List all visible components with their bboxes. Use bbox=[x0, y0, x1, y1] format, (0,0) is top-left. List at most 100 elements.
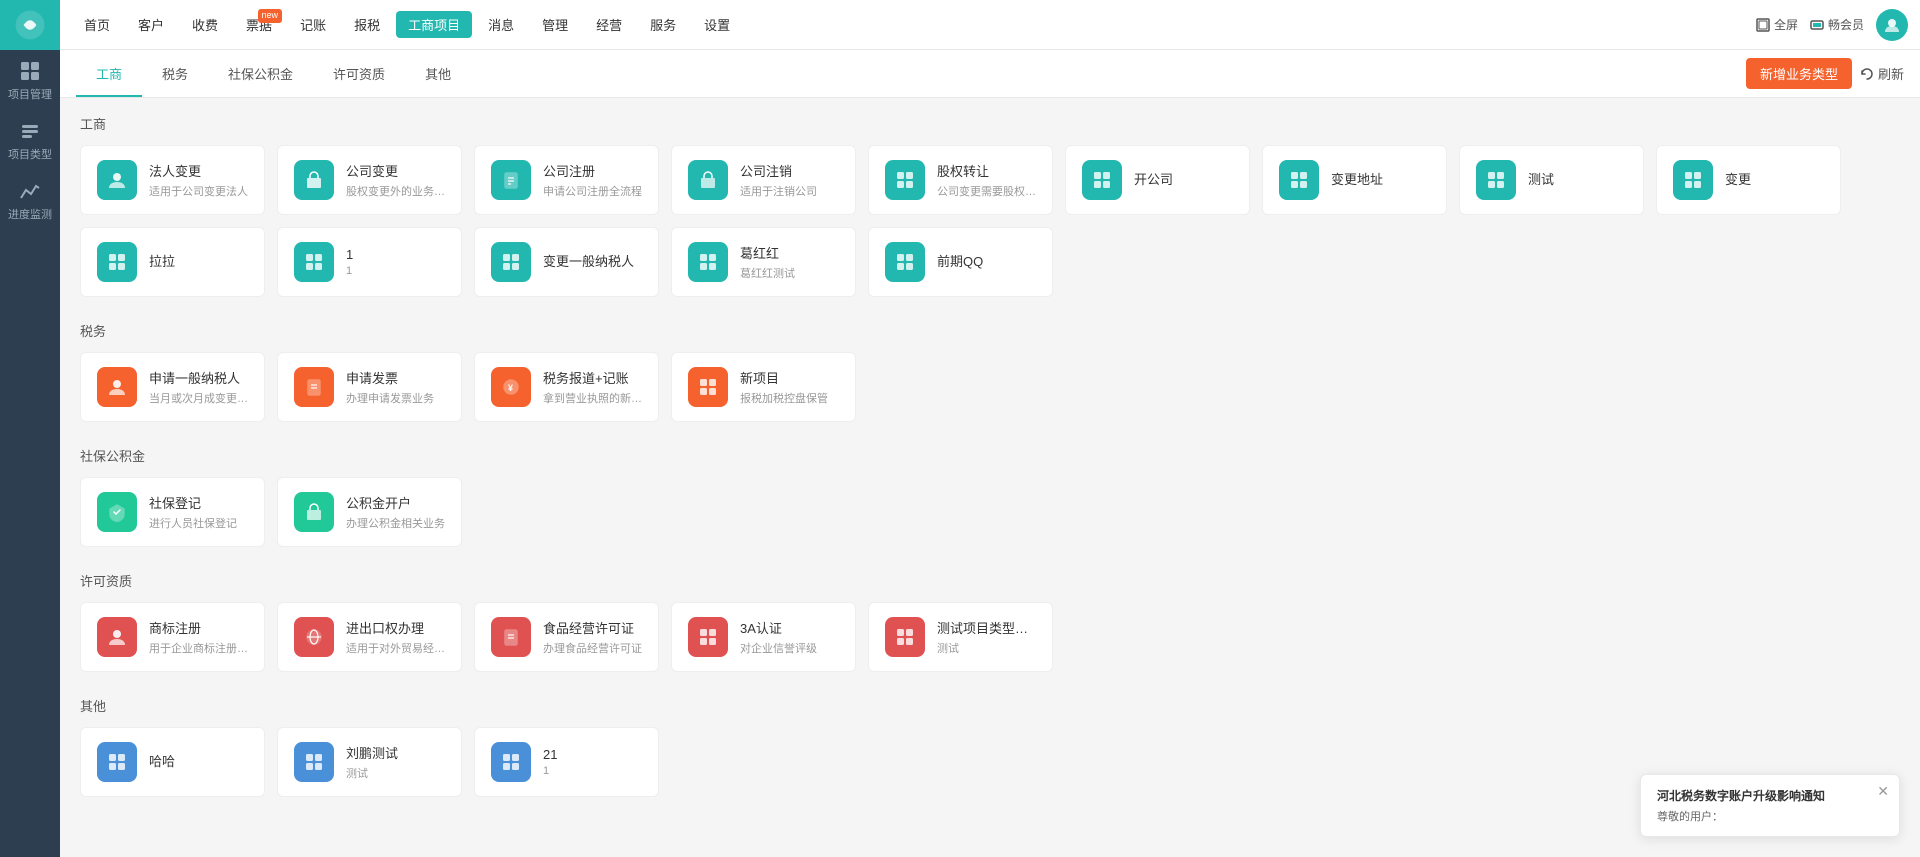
nav-bizproject[interactable]: 工商项目 bbox=[396, 11, 472, 38]
card-icon-one bbox=[294, 242, 334, 282]
card-desc-tax-report-book: 拿到营业执照的新公司 bbox=[543, 390, 642, 406]
card-shebao-register[interactable]: 社保登记 进行人员社保登记 bbox=[80, 477, 265, 547]
card-text-puhong: 葛红红 葛红红测试 bbox=[740, 243, 839, 281]
card-test[interactable]: 测试 bbox=[1459, 145, 1644, 215]
nav-home[interactable]: 首页 bbox=[72, 11, 122, 38]
card-desc-company-register: 申请公司注册全流程 bbox=[543, 183, 642, 199]
notification-close-btn[interactable]: ✕ bbox=[1877, 783, 1889, 800]
tab-other[interactable]: 其他 bbox=[405, 50, 471, 97]
card-text-qianqi-qq: 前期QQ bbox=[937, 251, 1036, 273]
avatar[interactable] bbox=[1876, 9, 1908, 41]
card-faren-change[interactable]: 法人变更 适用于公司变更法人 bbox=[80, 145, 265, 215]
nav-service[interactable]: 服务 bbox=[638, 11, 688, 38]
card-tax-report-book[interactable]: ¥ 税务报道+记账 拿到营业执照的新公司 bbox=[474, 352, 659, 422]
card-text-shebao-register: 社保登记 进行人员社保登记 bbox=[149, 493, 248, 531]
card-new-project[interactable]: 新项目 报税加税控盘保管 bbox=[671, 352, 856, 422]
card-apply-invoice[interactable]: 申请发票 办理申请发票业务 bbox=[277, 352, 462, 422]
nav-customer[interactable]: 客户 bbox=[126, 11, 176, 38]
card-liupeng-test[interactable]: 刘鹏测试 测试 bbox=[277, 727, 462, 797]
xuke-cards-grid: 商标注册 用于企业商标注册服务 bbox=[80, 602, 1900, 672]
card-desc-company-cancel: 适用于注销公司 bbox=[740, 183, 839, 199]
nav-invoice[interactable]: 票据 new bbox=[234, 11, 284, 38]
refresh-button[interactable]: 刷新 bbox=[1860, 64, 1904, 83]
nav-message[interactable]: 消息 bbox=[476, 11, 526, 38]
nav-manage[interactable]: 管理 bbox=[530, 11, 580, 38]
card-one[interactable]: 1 1 bbox=[277, 227, 462, 297]
card-test-project-type[interactable]: 测试项目类型目定义 测试 bbox=[868, 602, 1053, 672]
card-name-change-taxpayer: 变更一般纳税人 bbox=[543, 251, 642, 270]
card-open-company[interactable]: 开公司 bbox=[1065, 145, 1250, 215]
fullscreen-btn[interactable]: 全屏 bbox=[1756, 16, 1798, 33]
card-desc-one: 1 bbox=[346, 265, 445, 277]
card-icon-open-company bbox=[1082, 160, 1122, 200]
tab-xuke[interactable]: 许可资质 bbox=[313, 50, 405, 97]
member-btn[interactable]: 畅会员 bbox=[1810, 16, 1864, 33]
card-desc-food-license: 办理食品经营许可证 bbox=[543, 640, 642, 656]
card-text-new-project: 新项目 报税加税控盘保管 bbox=[740, 368, 839, 406]
card-change2[interactable]: 变更 bbox=[1656, 145, 1841, 215]
card-name-one: 1 bbox=[346, 247, 445, 262]
card-text-food-license: 食品经营许可证 办理食品经营许可证 bbox=[543, 618, 642, 656]
card-text-liupeng-test: 刘鹏测试 测试 bbox=[346, 743, 445, 781]
card-desc-equity-transfer: 公司变更需要股权转让 bbox=[937, 183, 1036, 199]
card-import-export[interactable]: 进出口权办理 适用于对外贸易经营者 bbox=[277, 602, 462, 672]
card-company-change[interactable]: 公司变更 股权变更外的业务变更 bbox=[277, 145, 462, 215]
card-name-3a-cert: 3A认证 bbox=[740, 618, 839, 637]
card-gjj-open[interactable]: 公积金开户 办理公积金相关业务 bbox=[277, 477, 462, 547]
notification-text: 尊敬的用户： bbox=[1657, 808, 1883, 824]
card-name-trademark: 商标注册 bbox=[149, 618, 248, 637]
card-equity-transfer[interactable]: 股权转让 公司变更需要股权转让 bbox=[868, 145, 1053, 215]
tab-gongshang[interactable]: 工商 bbox=[76, 50, 142, 97]
card-food-license[interactable]: 食品经营许可证 办理食品经营许可证 bbox=[474, 602, 659, 672]
card-icon-company-cancel bbox=[688, 160, 728, 200]
card-haha[interactable]: 哈哈 bbox=[80, 727, 265, 797]
nav-operation[interactable]: 经营 bbox=[584, 11, 634, 38]
card-text-company-register: 公司注册 申请公司注册全流程 bbox=[543, 161, 642, 199]
card-qianqi-qq[interactable]: 前期QQ bbox=[868, 227, 1053, 297]
nav-tax[interactable]: 报税 bbox=[342, 11, 392, 38]
tab-shuiwu[interactable]: 税务 bbox=[142, 50, 208, 97]
sidebar-item-project-mgmt[interactable]: 项目管理 bbox=[0, 50, 60, 110]
card-name-change2: 变更 bbox=[1725, 169, 1824, 188]
nav-settings[interactable]: 设置 bbox=[692, 11, 742, 38]
card-icon-apply-taxpayer bbox=[97, 367, 137, 407]
card-text-test: 测试 bbox=[1528, 169, 1627, 191]
section-shebao: 社保公积金 社保登记 进行人员社保登记 bbox=[80, 446, 1900, 547]
card-name-test-project-type: 测试项目类型目定义 bbox=[937, 618, 1036, 637]
card-twenty-one[interactable]: 21 1 bbox=[474, 727, 659, 797]
card-name-open-company: 开公司 bbox=[1134, 169, 1233, 188]
card-icon-company-change bbox=[294, 160, 334, 200]
card-desc-company-change: 股权变更外的业务变更 bbox=[346, 183, 445, 199]
card-change-address[interactable]: 变更地址 bbox=[1262, 145, 1447, 215]
card-icon-haha bbox=[97, 742, 137, 782]
card-apply-taxpayer[interactable]: 申请一般纳税人 当月或次月成变更完成 bbox=[80, 352, 265, 422]
card-company-register[interactable]: 公司注册 申请公司注册全流程 bbox=[474, 145, 659, 215]
section-gongshang-title: 工商 bbox=[80, 114, 1900, 133]
card-company-cancel[interactable]: 公司注销 适用于注销公司 bbox=[671, 145, 856, 215]
card-change-taxpayer[interactable]: 变更一般纳税人 bbox=[474, 227, 659, 297]
card-name-new-project: 新项目 bbox=[740, 368, 839, 387]
card-trademark[interactable]: 商标注册 用于企业商标注册服务 bbox=[80, 602, 265, 672]
card-puhong[interactable]: 葛红红 葛红红测试 bbox=[671, 227, 856, 297]
card-desc-faren-change: 适用于公司变更法人 bbox=[149, 183, 248, 199]
tabs-actions: 新增业务类型 刷新 bbox=[1746, 58, 1904, 89]
notification-title: 河北税务数字账户升级影响通知 bbox=[1657, 787, 1883, 804]
card-lala[interactable]: 拉拉 bbox=[80, 227, 265, 297]
card-icon-lala bbox=[97, 242, 137, 282]
card-text-faren-change: 法人变更 适用于公司变更法人 bbox=[149, 161, 248, 199]
new-type-button[interactable]: 新增业务类型 bbox=[1746, 58, 1852, 89]
tab-shebao[interactable]: 社保公积金 bbox=[208, 50, 313, 97]
card-icon-new-project bbox=[688, 367, 728, 407]
sidebar-item-progress-monitor[interactable]: 进度监测 bbox=[0, 170, 60, 230]
card-text-change-address: 变更地址 bbox=[1331, 169, 1430, 191]
card-3a-cert[interactable]: 3A认证 对企业信誉评级 bbox=[671, 602, 856, 672]
sidebar-item-project-type[interactable]: 项目类型 bbox=[0, 110, 60, 170]
main-container: 首页 客户 收费 票据 new 记账 报税 工商项目 消息 管理 经营 服务 设… bbox=[60, 0, 1920, 857]
nav-bookkeeping[interactable]: 记账 bbox=[288, 11, 338, 38]
notification-popup: ✕ 河北税务数字账户升级影响通知 尊敬的用户： bbox=[1640, 774, 1900, 837]
section-shebao-title: 社保公积金 bbox=[80, 446, 1900, 465]
card-name-import-export: 进出口权办理 bbox=[346, 618, 445, 637]
card-icon-change-address bbox=[1279, 160, 1319, 200]
card-text-company-cancel: 公司注销 适用于注销公司 bbox=[740, 161, 839, 199]
nav-billing[interactable]: 收费 bbox=[180, 11, 230, 38]
